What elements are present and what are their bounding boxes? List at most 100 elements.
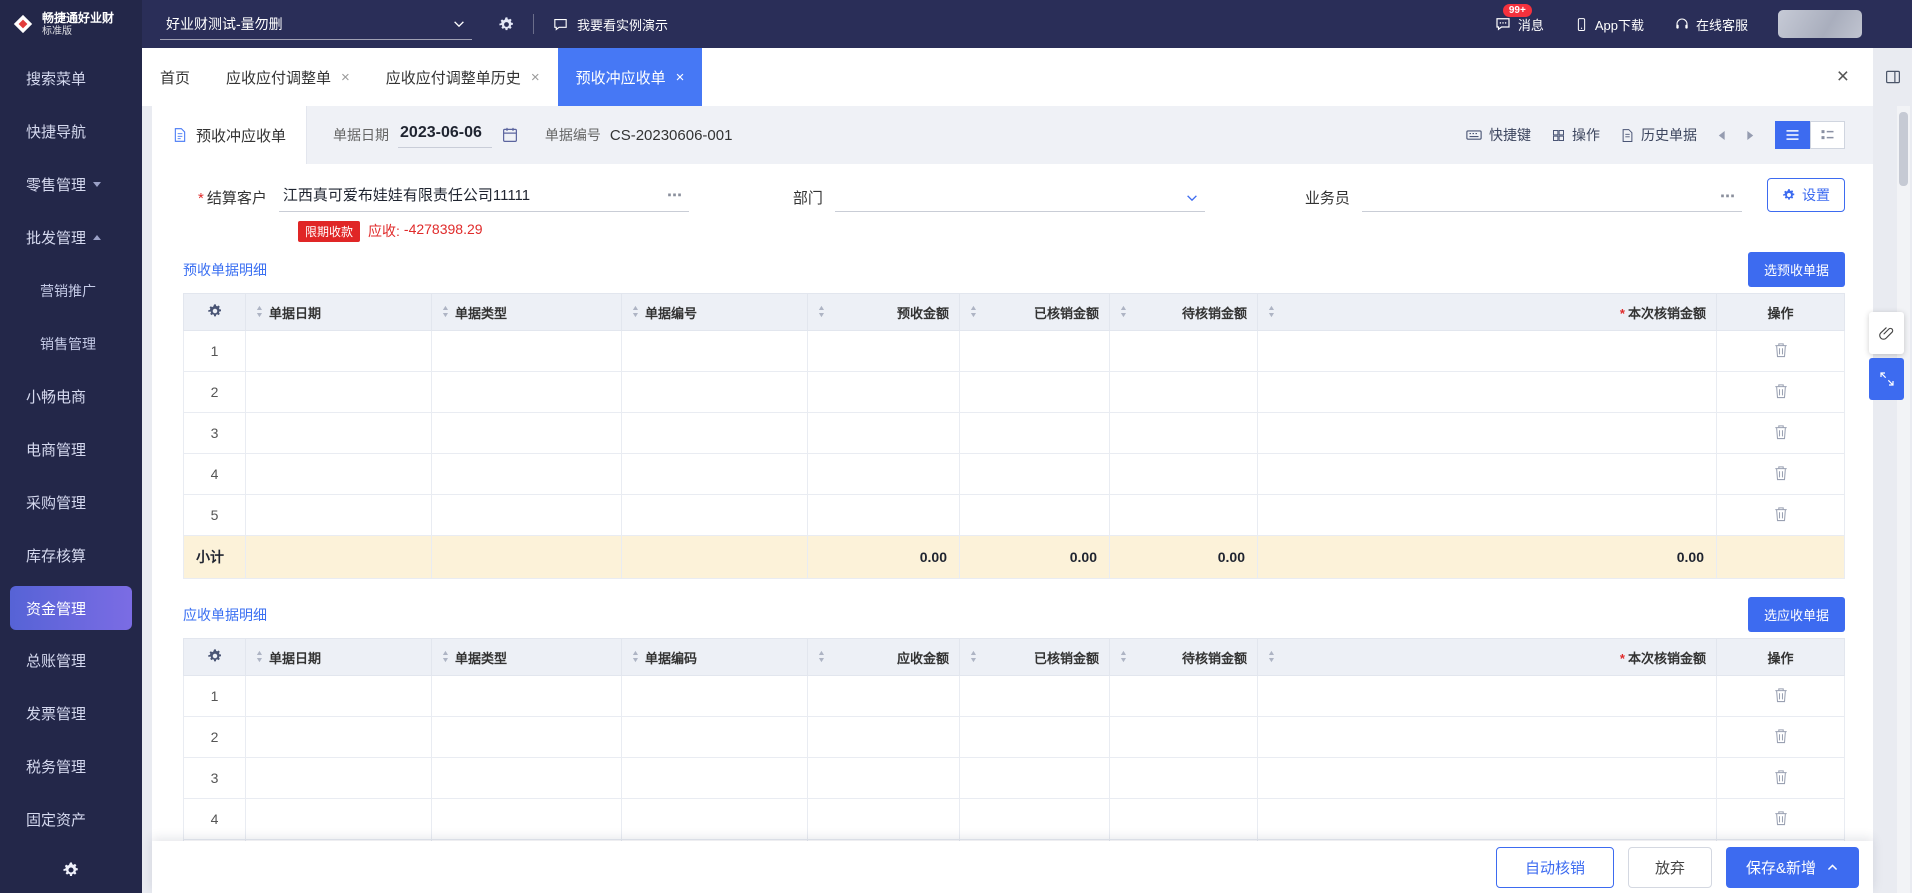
topbar-gear-icon[interactable] [498,16,515,33]
sort-icon[interactable]: ▲ ▼ [1267,305,1276,319]
sidebar-item-tax[interactable]: 税务管理 [0,740,142,793]
calendar-icon[interactable] [501,126,519,144]
doc-header: 预收冲应收单 单据日期 2023-06-06 单据编号 CS-20230606-… [152,106,1873,164]
chevron-down-icon[interactable] [1185,191,1199,205]
demo-link[interactable]: 我要看实例演示 [552,15,668,34]
customer-field[interactable]: 江西真可爱布娃娃有限责任公司11111 ⋯ [278,182,689,212]
col-header-receivable-amount[interactable]: ▲ ▼ 应收金额 [807,638,960,676]
tab-ar-ap-adjust-history[interactable]: 应收应付调整单历史 × [368,48,558,106]
settings-button[interactable]: 设置 [1767,178,1845,212]
col-header-doc-type[interactable]: ▲ ▼ 单据类型 [431,293,622,331]
list-view-icon[interactable] [1775,121,1810,149]
delete-icon[interactable] [1774,424,1788,440]
delete-icon[interactable] [1774,465,1788,481]
sort-icon[interactable]: ▲ ▼ [817,305,826,319]
department-field[interactable] [834,189,1205,212]
org-selector[interactable]: 好业财测试-量勿删 [160,9,472,40]
close-icon[interactable]: × [341,69,350,86]
sidebar-item-xiaochang-ecom[interactable]: 小畅电商 [0,370,142,423]
sidebar-item-quick-nav[interactable]: 快捷导航 [0,105,142,158]
col-header-current-writeoff-amount[interactable]: ▲ ▼ * 本次核销金额 [1257,638,1717,676]
sidebar-item-funds[interactable]: 资金管理 [10,586,132,630]
tab-home[interactable]: 首页 [142,48,208,106]
ellipsis-icon[interactable]: ⋯ [1720,187,1736,205]
col-header-pending-amount[interactable]: ▲ ▼ 待核销金额 [1109,293,1258,331]
sidebar-item-fixed-assets[interactable]: 固定资产 [0,793,142,846]
sidebar-item-retail[interactable]: 零售管理 [0,158,142,211]
close-all-tabs-icon[interactable]: × [1813,65,1873,89]
layout-toggle-icon[interactable] [1873,48,1912,106]
online-service-button[interactable]: 在线客服 [1674,15,1748,34]
sidebar-item-wholesale[interactable]: 批发管理 [0,211,142,264]
sort-icon[interactable]: ▲ ▼ [255,650,264,664]
discard-button[interactable]: 放弃 [1627,846,1712,888]
sidebar-settings-gear-icon[interactable] [0,853,142,887]
sort-icon[interactable]: ▲ ▼ [817,650,826,664]
sort-icon[interactable]: ▲ ▼ [1119,650,1128,664]
tab-prepay-offset[interactable]: 预收冲应收单 × [557,48,703,106]
sort-icon[interactable]: ▲ ▼ [969,305,978,319]
save-and-new-button[interactable]: 保存&新增 [1725,846,1859,888]
sidebar-item-invoice[interactable]: 发票管理 [0,687,142,740]
col-header-doc-type[interactable]: ▲ ▼ 单据类型 [431,638,622,676]
delete-icon[interactable] [1774,506,1788,522]
sort-icon[interactable]: ▲ ▼ [631,305,640,319]
chevron-up-icon[interactable] [1826,861,1839,874]
sidebar-item-inventory[interactable]: 库存核算 [0,529,142,582]
delete-icon[interactable] [1774,810,1788,826]
card-view-icon[interactable] [1810,121,1845,149]
doc-title-tab[interactable]: 预收冲应收单 [152,106,308,164]
ellipsis-icon[interactable]: ⋯ [667,186,683,204]
sort-icon[interactable]: ▲ ▼ [441,305,450,319]
delete-icon[interactable] [1774,728,1788,744]
column-settings-gear-icon[interactable] [183,293,246,331]
col-header-pending-amount[interactable]: ▲ ▼ 待核销金额 [1109,638,1258,676]
required-mark: * [1619,305,1625,321]
delete-icon[interactable] [1774,342,1788,358]
col-header-written-off-amount[interactable]: ▲ ▼ 已核销金额 [959,293,1110,331]
operations-button[interactable]: 操作 [1551,125,1600,145]
attachment-button[interactable] [1869,312,1904,354]
next-arrow-icon[interactable] [1746,130,1755,141]
col-header-written-off-amount[interactable]: ▲ ▼ 已核销金额 [959,638,1110,676]
close-icon[interactable]: × [676,69,685,86]
sort-icon[interactable]: ▲ ▼ [255,305,264,319]
select-prepay-docs-button[interactable]: 选预收单据 [1747,252,1845,287]
scrollbar-thumb[interactable] [1899,112,1908,186]
sidebar-item-purchase[interactable]: 采购管理 [0,476,142,529]
sidebar-item-search-menu[interactable]: 搜索菜单 [0,52,142,105]
sort-icon[interactable]: ▲ ▼ [441,650,450,664]
messages-button[interactable]: 99+ 消息 [1494,3,1544,34]
sidebar-item-marketing[interactable]: 营销推广 [0,264,142,317]
avatar[interactable] [1778,10,1862,38]
sort-icon[interactable]: ▲ ▼ [1119,305,1128,319]
close-icon[interactable]: × [531,69,540,86]
salesman-field[interactable]: ⋯ [1361,185,1742,212]
sort-icon[interactable]: ▲ ▼ [1267,650,1276,664]
auto-writeoff-button[interactable]: 自动核销 [1495,846,1614,888]
sidebar-item-ecom-mgmt[interactable]: 电商管理 [0,423,142,476]
tab-ar-ap-adjust[interactable]: 应收应付调整单 × [208,48,368,106]
col-header-current-writeoff-amount[interactable]: ▲ ▼ * 本次核销金额 [1257,293,1717,331]
sort-icon[interactable]: ▲ ▼ [631,650,640,664]
subtotal-written-off-amount: 0.00 [959,535,1110,579]
app-download-button[interactable]: App下载 [1574,15,1644,34]
col-header-prepay-amount[interactable]: ▲ ▼ 预收金额 [807,293,960,331]
sidebar-item-general-ledger[interactable]: 总账管理 [0,634,142,687]
fullscreen-button[interactable] [1869,358,1904,400]
prev-arrow-icon[interactable] [1717,130,1726,141]
history-docs-button[interactable]: 历史单据 [1620,125,1697,145]
delete-icon[interactable] [1774,383,1788,399]
doc-date-field[interactable]: 2023-06-06 [398,122,492,148]
delete-icon[interactable] [1774,687,1788,703]
sort-icon[interactable]: ▲ ▼ [969,650,978,664]
col-header-doc-date[interactable]: ▲ ▼ 单据日期 [245,638,432,676]
col-header-doc-code[interactable]: ▲ ▼ 单据编码 [621,638,808,676]
delete-icon[interactable] [1774,769,1788,785]
shortcut-keys-button[interactable]: 快捷键 [1465,125,1531,145]
col-header-doc-number[interactable]: ▲ ▼ 单据编号 [621,293,808,331]
col-header-doc-date[interactable]: ▲ ▼ 单据日期 [245,293,432,331]
column-settings-gear-icon[interactable] [183,638,246,676]
select-receivable-docs-button[interactable]: 选应收单据 [1747,597,1845,632]
sidebar-item-sales-mgmt[interactable]: 销售管理 [0,317,142,370]
